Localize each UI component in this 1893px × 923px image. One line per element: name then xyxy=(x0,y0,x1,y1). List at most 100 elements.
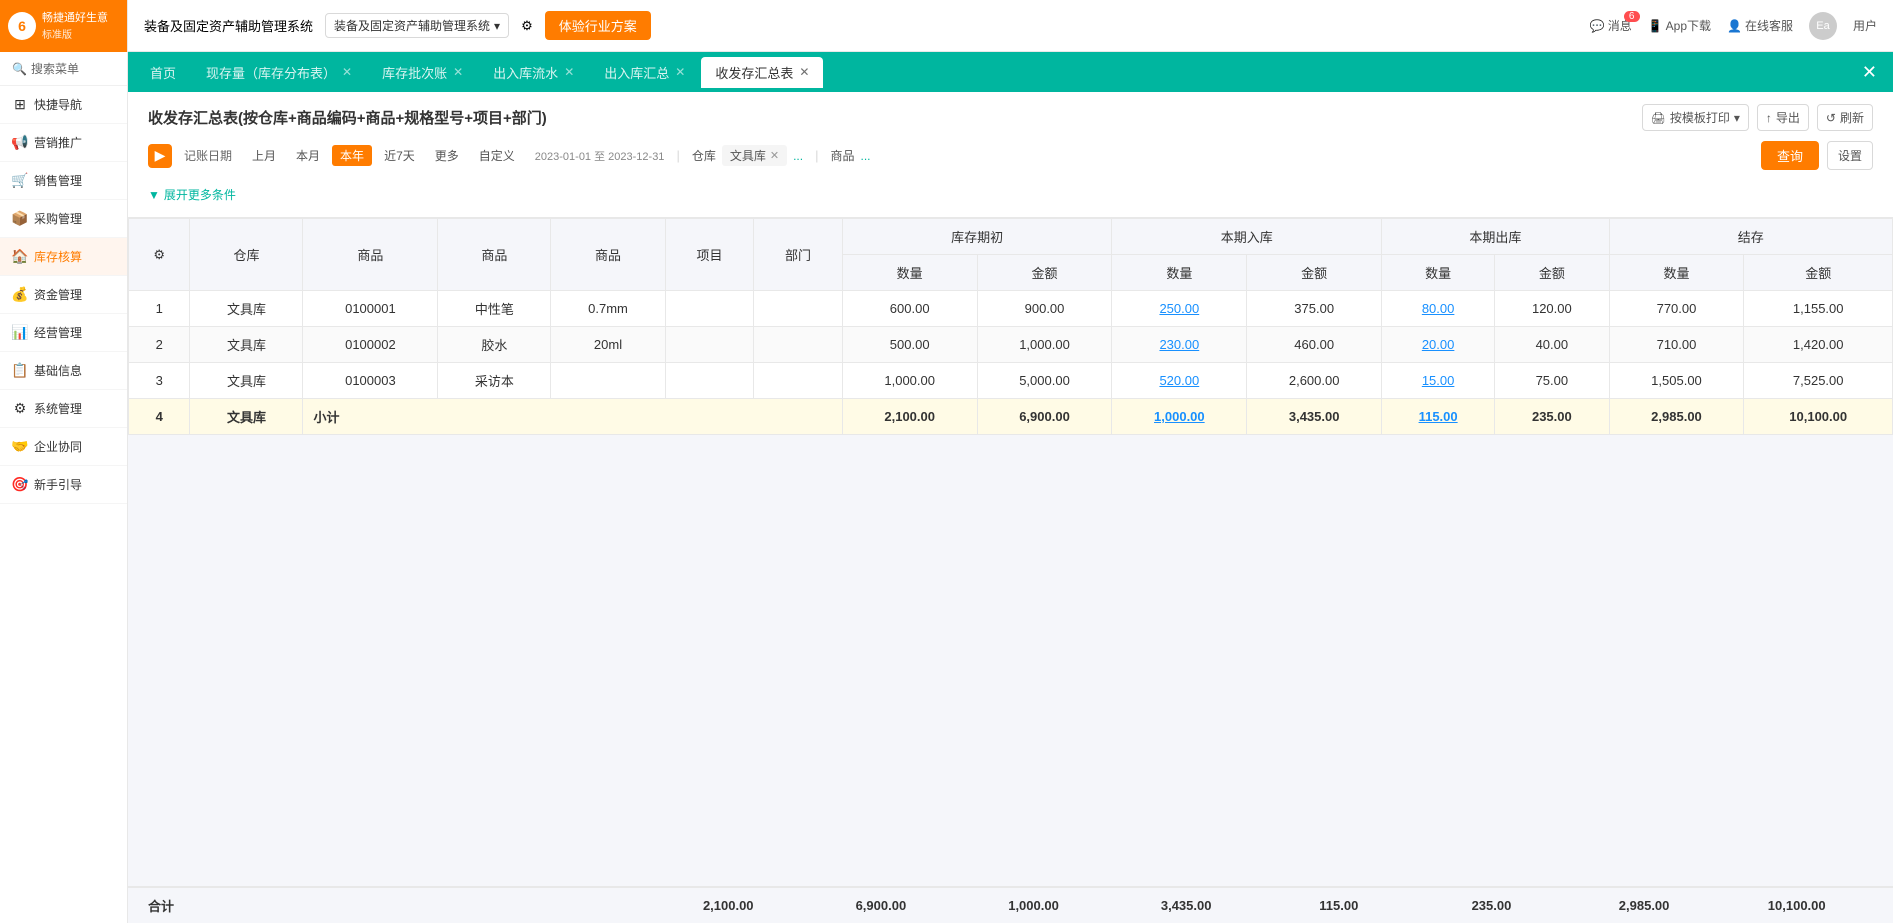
cell-warehouse: 文具库 xyxy=(190,327,303,363)
expand-more-btn[interactable]: ▼ 展开更多条件 xyxy=(148,180,236,209)
tab-inout-flow[interactable]: 出入库流水 ✕ xyxy=(479,57,588,88)
footer-label: 合计 xyxy=(148,896,174,915)
tab-home[interactable]: 首页 xyxy=(136,57,190,88)
sidebar-item-label: 资金管理 xyxy=(34,286,82,303)
date-btn-custom[interactable]: 自定义 xyxy=(471,145,523,166)
tab-close-icon[interactable]: ✕ xyxy=(564,65,574,79)
table-row: 1 文具库 0100001 中性笔 0.7mm 600.00 900.00 25… xyxy=(129,291,1893,327)
gear-icon[interactable]: ⚙ xyxy=(521,18,533,34)
sidebar-item-basic-info[interactable]: 📋 基础信息 xyxy=(0,352,127,390)
sidebar-item-marketing[interactable]: 📢 营销推广 xyxy=(0,124,127,162)
message-count: 6 xyxy=(1624,11,1640,22)
tabbar-close-icon[interactable]: ✕ xyxy=(1854,62,1885,83)
date-btn-prev-month[interactable]: 上月 xyxy=(244,145,284,166)
date-btn-this-month[interactable]: 本月 xyxy=(288,145,328,166)
goods-more[interactable]: ... xyxy=(861,149,871,163)
cell-name: 胶水 xyxy=(438,327,551,363)
goods-label: 商品 xyxy=(830,147,854,164)
search-menu[interactable]: 🔍 搜索菜单 xyxy=(0,52,127,86)
system-selector[interactable]: 装备及固定资产辅助管理系统 ▾ xyxy=(325,13,509,38)
cell-in-qty[interactable]: 520.00 xyxy=(1112,363,1247,399)
online-service[interactable]: 👤 在线客服 xyxy=(1727,17,1793,34)
message-badge[interactable]: 💬 消息 6 xyxy=(1590,17,1632,34)
print-button[interactable]: 🖨 按模板打印 ▾ xyxy=(1642,104,1749,131)
user-avatar[interactable]: Ea xyxy=(1809,12,1837,40)
tab-close-icon[interactable]: ✕ xyxy=(675,65,685,79)
cell-name: 采访本 xyxy=(438,363,551,399)
data-table: ⚙ 仓库 商品 商品 商品 项目 部门 库存期初 本期入库 本期出库 结存 xyxy=(128,218,1893,435)
inventory-icon: 🏠 xyxy=(12,249,28,265)
warehouse-tag-remove[interactable]: ✕ xyxy=(770,149,779,162)
cell-in-qty[interactable]: 250.00 xyxy=(1112,291,1247,327)
col-spec-header: 商品 xyxy=(551,219,665,291)
topbar-right: 💬 消息 6 📱 App下载 👤 在线客服 Ea 用户 xyxy=(1590,12,1877,40)
sidebar-item-enterprise[interactable]: 🤝 企业协同 xyxy=(0,428,127,466)
tab-close-icon[interactable]: ✕ xyxy=(342,65,352,79)
sidebar-item-label: 新手引导 xyxy=(34,476,82,493)
basic-info-icon: 📋 xyxy=(12,363,28,379)
operation-icon: 📊 xyxy=(12,325,28,341)
user-label: 用户 xyxy=(1853,17,1877,34)
subtotal-label: 小计 xyxy=(303,399,842,435)
tab-recv-send-summary[interactable]: 收发存汇总表 ✕ xyxy=(701,57,823,88)
cell-out-qty[interactable]: 15.00 xyxy=(1382,363,1495,399)
table-row: 3 文具库 0100003 采访本 1,000.00 5,000.00 520.… xyxy=(129,363,1893,399)
warehouse-value: 文具库 xyxy=(730,147,766,164)
quick-nav-icon: ⊞ xyxy=(12,97,28,113)
warehouse-tag[interactable]: 文具库 ✕ xyxy=(722,145,787,166)
cell-bal-amt: 1,420.00 xyxy=(1744,327,1893,363)
refresh-button[interactable]: ↺ 刷新 xyxy=(1817,104,1873,131)
cell-out-qty[interactable]: 20.00 xyxy=(1382,327,1495,363)
date-btn-7days[interactable]: 近7天 xyxy=(376,145,423,166)
tab-close-active-icon[interactable]: ✕ xyxy=(799,65,809,79)
app-download[interactable]: 📱 App下载 xyxy=(1648,17,1711,34)
sidebar-item-guide[interactable]: 🎯 新手引导 xyxy=(0,466,127,504)
cell-out-qty[interactable]: 80.00 xyxy=(1382,291,1495,327)
table-row: 2 文具库 0100002 胶水 20ml 500.00 1,000.00 23… xyxy=(129,327,1893,363)
warehouse-more[interactable]: ... xyxy=(793,149,803,163)
cell-out-amt: 120.00 xyxy=(1495,291,1609,327)
date-btn-this-year[interactable]: 本年 xyxy=(332,145,372,166)
subtotal-num: 4 xyxy=(129,399,190,435)
sidebar-item-quick-nav[interactable]: ⊞ 快捷导航 xyxy=(0,86,127,124)
sidebar-item-inventory[interactable]: 🏠 库存核算 xyxy=(0,238,127,276)
col-open-qty: 数量 xyxy=(842,255,977,291)
sidebar-item-system[interactable]: ⚙ 系统管理 xyxy=(0,390,127,428)
tab-close-icon[interactable]: ✕ xyxy=(453,65,463,79)
footer-out-amt: 235.00 xyxy=(1415,898,1568,913)
col-open-amt: 金额 xyxy=(977,255,1112,291)
phone-icon: 📱 xyxy=(1648,19,1663,33)
sidebar-item-operation[interactable]: 📊 经营管理 xyxy=(0,314,127,352)
tab-inout-summary[interactable]: 出入库汇总 ✕ xyxy=(590,57,699,88)
col-out-amt: 金额 xyxy=(1495,255,1609,291)
cell-spec xyxy=(551,363,665,399)
subtotal-in-qty[interactable]: 1,000.00 xyxy=(1112,399,1247,435)
filter-toggle-button[interactable]: ▶ xyxy=(148,144,172,168)
col-bal-amt: 金额 xyxy=(1744,255,1893,291)
col-settings-icon[interactable]: ⚙ xyxy=(153,247,165,262)
col-settings[interactable]: ⚙ xyxy=(129,219,190,291)
date-btn-more[interactable]: 更多 xyxy=(427,145,467,166)
tab-inventory-dist[interactable]: 现存量（库存分布表） ✕ xyxy=(192,57,366,88)
sidebar-item-sales[interactable]: 🛒 销售管理 xyxy=(0,162,127,200)
finance-icon: 💰 xyxy=(12,287,28,303)
purchase-icon: 📦 xyxy=(12,211,28,227)
tab-batch-ledger[interactable]: 库存批次账 ✕ xyxy=(368,57,477,88)
sidebar-item-purchase[interactable]: 📦 采购管理 xyxy=(0,200,127,238)
cell-name: 中性笔 xyxy=(438,291,551,327)
app-version: 标准版 xyxy=(42,26,108,41)
online-service-label: 在线客服 xyxy=(1745,17,1793,34)
export-button[interactable]: ↑ 导出 xyxy=(1757,104,1809,131)
col-outbound-group: 本期出库 xyxy=(1382,219,1609,255)
cell-in-amt: 375.00 xyxy=(1247,291,1382,327)
print-icon: 🖨 xyxy=(1651,111,1666,125)
col-bal-qty: 数量 xyxy=(1609,255,1744,291)
sidebar-item-finance[interactable]: 💰 资金管理 xyxy=(0,276,127,314)
query-button[interactable]: 查询 xyxy=(1761,141,1819,170)
subtotal-out-qty[interactable]: 115.00 xyxy=(1382,399,1495,435)
subtotal-open-amt: 6,900.00 xyxy=(977,399,1112,435)
cell-in-qty[interactable]: 230.00 xyxy=(1112,327,1247,363)
cell-open-qty: 500.00 xyxy=(842,327,977,363)
settings-button[interactable]: 设置 xyxy=(1827,141,1873,170)
trial-button[interactable]: 体验行业方案 xyxy=(545,11,651,40)
